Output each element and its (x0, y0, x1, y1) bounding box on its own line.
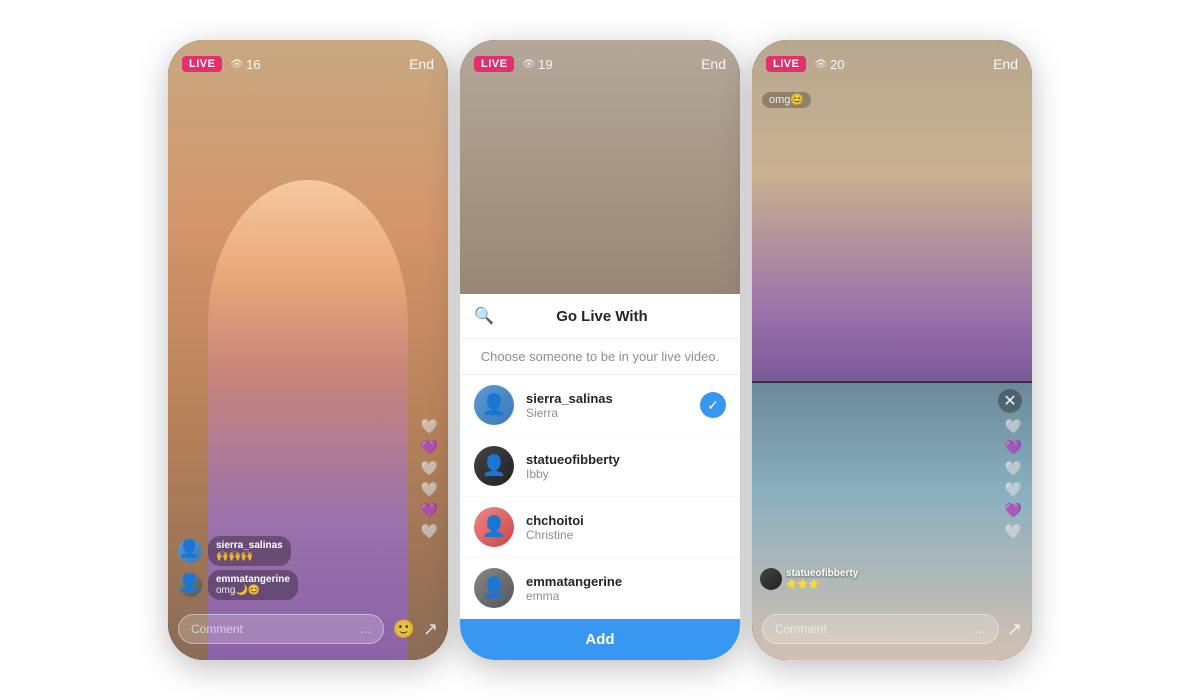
heart-p3-4: 🤍 (1005, 481, 1022, 498)
add-button[interactable]: Add (460, 619, 740, 660)
phone3-comment-row: Comment … ↗ (762, 614, 1022, 644)
phone1-live-badge: LIVE (182, 56, 222, 72)
heart-p3-5: 💜 (1005, 502, 1022, 519)
phone3-comment-input[interactable]: Comment … (762, 614, 999, 644)
phone-2: LIVE 👁 19 End 🔍 Go Live With Choose some… (460, 40, 740, 660)
phone1-top-bar: LIVE 👁 16 End (168, 40, 448, 80)
chat-bubble-2: emmatangerine omg🌙😊 (208, 570, 298, 600)
phone3-screen: ✕ LIVE 👁 20 End omg😊 🤍 (752, 40, 1032, 660)
heart-1: 🤍 (421, 418, 438, 435)
phone1-bottom-bar: Comment … 🙂 ↗ (168, 606, 448, 660)
user-item-2[interactable]: 👤 chchoitoi Christine (460, 497, 740, 558)
phone2-viewer-count: 👁 19 (522, 57, 552, 72)
phone3-top-chat: omg😊 (762, 90, 811, 108)
share-icon-3[interactable]: ↗ (1007, 619, 1022, 640)
user-info-2: chchoitoi Christine (526, 513, 726, 542)
heart-p3-6: 🤍 (1005, 523, 1022, 540)
user-info-3: emmatangerine emma (526, 574, 726, 603)
user-avatar-0: 👤 (474, 385, 514, 425)
phone1-comment-row: Comment … 🙂 ↗ (178, 614, 438, 644)
heart-p3-3: 🤍 (1005, 460, 1022, 477)
heart-5: 💜 (421, 502, 438, 519)
heart-3: 🤍 (421, 460, 438, 477)
user-avatar-1: 👤 (474, 446, 514, 486)
chat-avatar-2: 👤 (178, 573, 202, 597)
phone1-hearts: 🤍 💜 🤍 🤍 💜 🤍 (421, 418, 438, 540)
check-icon-0: ✓ (700, 392, 726, 418)
split-divider (752, 381, 1032, 383)
phone1-screen: LIVE 👁 16 End 🤍 💜 🤍 🤍 💜 🤍 (168, 40, 448, 660)
phone1-comment-input[interactable]: Comment … (178, 614, 384, 644)
user-item-1[interactable]: 👤 statueofibberty Ibby (460, 436, 740, 497)
eye-icon: 👁 (230, 59, 243, 70)
user-info-1: statueofibberty Ibby (526, 452, 726, 481)
go-live-search-bar: 🔍 Go Live With (460, 294, 740, 339)
go-live-panel: 🔍 Go Live With Choose someone to be in y… (460, 294, 740, 660)
phone3-top-bar: LIVE 👁 20 End (752, 40, 1032, 80)
guest-avatar (760, 568, 782, 590)
phone3-viewer-count: 👁 20 (814, 57, 844, 72)
phone1-top-left: LIVE 👁 16 (182, 56, 261, 72)
phone2-top-bar: LIVE 👁 19 End (460, 40, 740, 80)
share-icon[interactable]: ↗ (423, 619, 438, 640)
phone3-top-left: LIVE 👁 20 (766, 56, 845, 72)
phone-1: LIVE 👁 16 End 🤍 💜 🤍 🤍 💜 🤍 (168, 40, 448, 660)
screens-container: LIVE 👁 16 End 🤍 💜 🤍 🤍 💜 🤍 (0, 0, 1200, 700)
eye-icon-2: 👁 (522, 59, 535, 70)
heart-4: 🤍 (421, 481, 438, 498)
chat-message-2: 👤 emmatangerine omg🌙😊 (178, 570, 298, 600)
split-screen: ✕ (752, 40, 1032, 660)
phone2-live-badge: LIVE (474, 56, 514, 72)
phone3-guest-label: statueofibberty ⭐⭐⭐ (760, 568, 858, 590)
user-item-3[interactable]: 👤 emmatangerine emma (460, 558, 740, 619)
phone1-end-button[interactable]: End (409, 56, 434, 72)
heart-6: 🤍 (421, 523, 438, 540)
phone2-top-left: LIVE 👁 19 (474, 56, 553, 72)
heart-2: 💜 (421, 439, 438, 456)
user-avatar-2: 👤 (474, 507, 514, 547)
phone3-live-badge: LIVE (766, 56, 806, 72)
go-live-subtitle: Choose someone to be in your live video. (460, 339, 740, 375)
chat-avatar-1: 👤 (178, 539, 202, 563)
user-avatar-3: 👤 (474, 568, 514, 608)
search-icon[interactable]: 🔍 (474, 306, 494, 326)
phone3-comment-icons: ↗ (1007, 619, 1022, 640)
user-list: 👤 sierra_salinas Sierra ✓ 👤 (460, 375, 740, 619)
user-item-0[interactable]: 👤 sierra_salinas Sierra ✓ (460, 375, 740, 436)
eye-icon-3: 👁 (814, 59, 827, 70)
phone3-hearts: 🤍 💜 🤍 🤍 💜 🤍 (1005, 418, 1022, 540)
heart-p3-1: 🤍 (1005, 418, 1022, 435)
chat-bubble-1: sierra_salinas 🙌🙌🙌 (208, 536, 291, 566)
phone-3: ✕ LIVE 👁 20 End omg😊 🤍 (752, 40, 1032, 660)
phone1-chat: 👤 sierra_salinas 🙌🙌🙌 👤 emmatangerine omg… (178, 536, 298, 600)
close-guest-button[interactable]: ✕ (998, 389, 1022, 413)
go-live-title: Go Live With (500, 308, 704, 325)
phone1-viewer-count: 👁 16 (230, 57, 260, 72)
phone1-comment-icons: 🙂 ↗ (392, 619, 438, 640)
phone3-bottom-bar: Comment … ↗ (752, 606, 1032, 660)
chat-message-1: 👤 sierra_salinas 🙌🙌🙌 (178, 536, 298, 566)
emoji-icon[interactable]: 🙂 (392, 619, 414, 640)
phone2-screen: LIVE 👁 19 End 🔍 Go Live With Choose some… (460, 40, 740, 660)
heart-p3-2: 💜 (1005, 439, 1022, 456)
phone3-end-button[interactable]: End (993, 56, 1018, 72)
user-info-0: sierra_salinas Sierra (526, 391, 700, 420)
phone2-end-button[interactable]: End (701, 56, 726, 72)
